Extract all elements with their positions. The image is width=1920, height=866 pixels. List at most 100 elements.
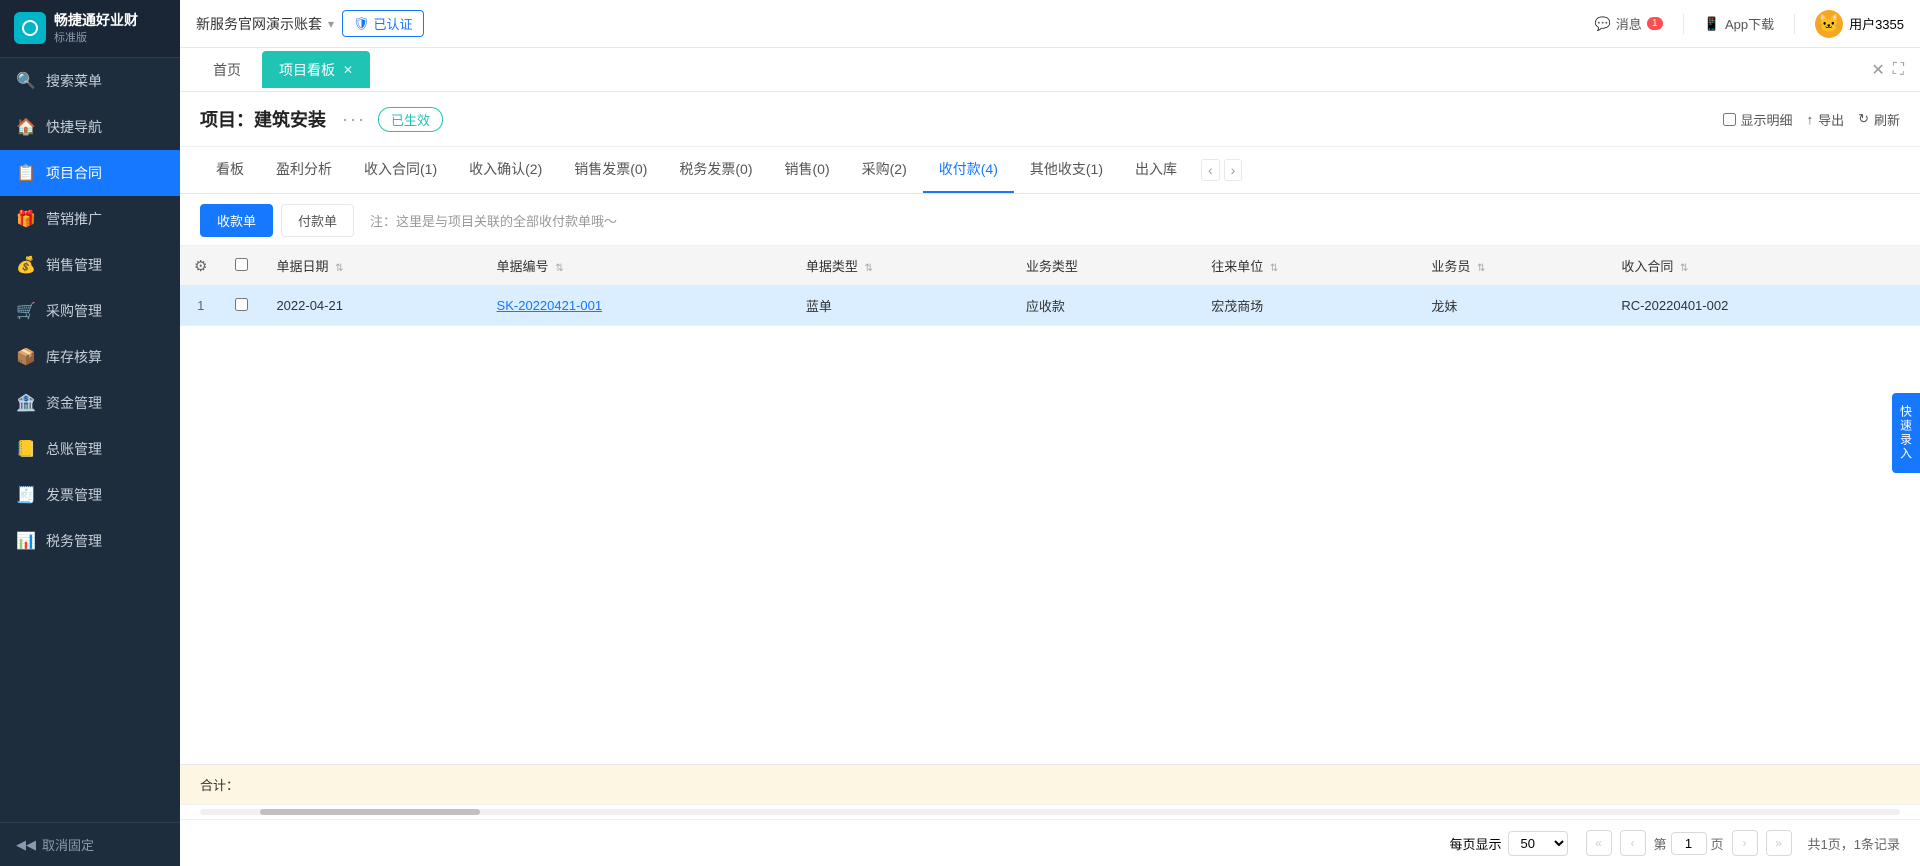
sub-tab-sales[interactable]: 销售(0) [769, 147, 846, 193]
refresh-button[interactable]: ↻ 刷新 [1858, 110, 1900, 129]
sidebar-item-project[interactable]: 📋 项目合同 [0, 150, 180, 196]
row-number-link[interactable]: SK-20220421-001 [497, 298, 603, 313]
message-button[interactable]: 💬 消息 1 [1595, 14, 1663, 33]
sidebar-item-finance[interactable]: 🏦 资金管理 [0, 380, 180, 426]
mini-tab-receive-label: 收款单 [217, 214, 256, 229]
sidebar-item-label: 采购管理 [46, 301, 102, 321]
sidebar-scroll: 🔍 搜索菜单 🏠 快捷导航 📋 项目合同 🎁 营销推广 💰 销售管理 🛒 采购管… [0, 58, 180, 822]
sub-tab-income-confirm[interactable]: 收入确认(2) [453, 147, 558, 193]
footer-label: 合计： [200, 775, 239, 794]
message-label: 消息 [1616, 14, 1642, 33]
sidebar-item-label: 总账管理 [46, 439, 102, 459]
page-title: 项目：建筑安装 [200, 106, 326, 132]
sidebar-item-inventory[interactable]: 📦 库存核算 [0, 334, 180, 380]
th-salesperson[interactable]: 业务员 ⇅ [1417, 246, 1607, 286]
sort-icon: ⇅ [1680, 263, 1688, 274]
unpin-button[interactable]: ◀◀ 取消固定 [0, 822, 180, 866]
sort-icon: ⇅ [335, 263, 343, 274]
sidebar-item-tax[interactable]: 📊 税务管理 [0, 518, 180, 564]
sidebar: 畅捷通好业财 标准版 🔍 搜索菜单 🏠 快捷导航 📋 项目合同 🎁 营销推广 💰… [0, 0, 180, 866]
th-date[interactable]: 单据日期 ⇅ [262, 246, 482, 286]
row-income-contract: RC-20220401-002 [1607, 286, 1920, 326]
mini-tab-bar: 收款单 付款单 注：这里是与项目关联的全部收付款单哦～ [180, 194, 1920, 246]
row-type: 蓝单 [792, 286, 1012, 326]
topbar-left: 新服务官网演示账套 ▾ 🛡 已认证 [196, 10, 424, 37]
th-type[interactable]: 单据类型 ⇅ [792, 246, 1012, 286]
sub-tab-purchase[interactable]: 采购(2) [846, 147, 923, 193]
certified-label: 已认证 [374, 14, 413, 33]
ledger-icon: 📒 [16, 439, 36, 459]
horizontal-scrollbar[interactable] [200, 809, 1900, 815]
close-window-button[interactable]: ✕ [1871, 60, 1884, 80]
divider [1683, 14, 1684, 34]
sidebar-item-label: 项目合同 [46, 163, 102, 183]
prev-page-button[interactable]: ‹ [1620, 830, 1646, 856]
export-icon: ↑ [1807, 112, 1814, 127]
message-icon: 💬 [1595, 16, 1611, 32]
user-menu[interactable]: 🐱 用户3355 [1815, 10, 1904, 38]
close-icon[interactable]: ✕ [343, 63, 353, 77]
sub-tab-tax-invoice[interactable]: 税务发票(0) [663, 147, 768, 193]
maximize-window-button[interactable]: ⛶ [1893, 61, 1904, 79]
first-page-button[interactable]: « [1586, 830, 1612, 856]
sidebar-item-search[interactable]: 🔍 搜索菜单 [0, 58, 180, 104]
last-page-button[interactable]: » [1766, 830, 1792, 856]
marketing-icon: 🎁 [16, 209, 36, 229]
mini-tab-pay[interactable]: 付款单 [281, 204, 354, 237]
row-select-checkbox[interactable] [235, 298, 248, 311]
export-button[interactable]: ↑ 导出 [1807, 110, 1845, 129]
sidebar-item-purchase[interactable]: 🛒 采购管理 [0, 288, 180, 334]
gear-icon[interactable]: ⚙ [194, 258, 207, 275]
mini-tab-receive[interactable]: 收款单 [200, 204, 273, 237]
shield-icon: 🛡 [353, 16, 370, 32]
chevron-down-icon: ▾ [328, 17, 334, 31]
scrollbar-thumb[interactable] [260, 809, 480, 815]
phone-icon: 📱 [1704, 16, 1720, 32]
sub-tab-kanban[interactable]: 看板 [200, 147, 260, 193]
sidebar-item-marketing[interactable]: 🎁 营销推广 [0, 196, 180, 242]
avatar: 🐱 [1815, 10, 1843, 38]
row-num: 1 [180, 286, 221, 326]
sidebar-item-invoice[interactable]: 🧾 发票管理 [0, 472, 180, 518]
sidebar-item-shortcut[interactable]: 🏠 快捷导航 [0, 104, 180, 150]
certified-badge: 🛡 已认证 [342, 10, 424, 37]
sort-icon: ⇅ [1270, 263, 1278, 274]
window-controls: ✕ ⛶ [1871, 60, 1904, 80]
app-title: 畅捷通好业财 [54, 12, 138, 29]
show-detail-checkbox[interactable]: 显示明细 [1723, 110, 1793, 129]
sub-tab-sales-invoice[interactable]: 销售发票(0) [558, 147, 663, 193]
th-partner[interactable]: 往来单位 ⇅ [1197, 246, 1417, 286]
more-button[interactable]: ··· [342, 109, 366, 130]
sidebar-item-sales[interactable]: 💰 销售管理 [0, 242, 180, 288]
sub-tab-storage[interactable]: 出入库 [1119, 147, 1193, 193]
sub-tab-other-income[interactable]: 其他收支(1) [1014, 147, 1119, 193]
select-all-checkbox[interactable] [235, 258, 248, 271]
sidebar-item-label: 快捷导航 [46, 117, 102, 137]
sidebar-item-label: 销售管理 [46, 255, 102, 275]
project-icon: 📋 [16, 163, 36, 183]
th-income-contract[interactable]: 收入合同 ⇅ [1607, 246, 1920, 286]
sub-tab-payment[interactable]: 收付款(4) [923, 147, 1014, 193]
tab-home[interactable]: 首页 [196, 51, 258, 88]
account-selector[interactable]: 新服务官网演示账套 ▾ [196, 14, 334, 34]
next-page-button[interactable]: › [1732, 830, 1758, 856]
sub-tab-next-arrow[interactable]: › [1224, 159, 1243, 181]
sidebar-item-ledger[interactable]: 📒 总账管理 [0, 426, 180, 472]
right-panel-button[interactable]: 快速录入 [1892, 393, 1920, 473]
th-gear[interactable]: ⚙ [180, 246, 221, 286]
page-num-input[interactable] [1671, 832, 1707, 855]
mini-tab-note: 注：这里是与项目关联的全部收付款单哦～ [370, 211, 617, 230]
sub-tab-income-contract[interactable]: 收入合同(1) [348, 147, 453, 193]
topbar: 新服务官网演示账套 ▾ 🛡 已认证 💬 消息 1 📱 App下载 � [180, 0, 1920, 48]
message-badge: 1 [1647, 17, 1663, 30]
sub-tab-prev-arrow[interactable]: ‹ [1201, 159, 1220, 181]
page-size-select[interactable]: 50 100 200 [1508, 831, 1568, 856]
show-detail-input[interactable] [1723, 113, 1736, 126]
tab-project-board[interactable]: 项目看板 ✕ [262, 51, 370, 88]
search-icon: 🔍 [16, 71, 36, 91]
tab-home-label: 首页 [213, 62, 241, 78]
app-edition: 标准版 [54, 29, 138, 45]
app-download-button[interactable]: 📱 App下载 [1704, 14, 1774, 33]
sub-tab-profit[interactable]: 盈利分析 [260, 147, 348, 193]
th-number[interactable]: 单据编号 ⇅ [483, 246, 792, 286]
